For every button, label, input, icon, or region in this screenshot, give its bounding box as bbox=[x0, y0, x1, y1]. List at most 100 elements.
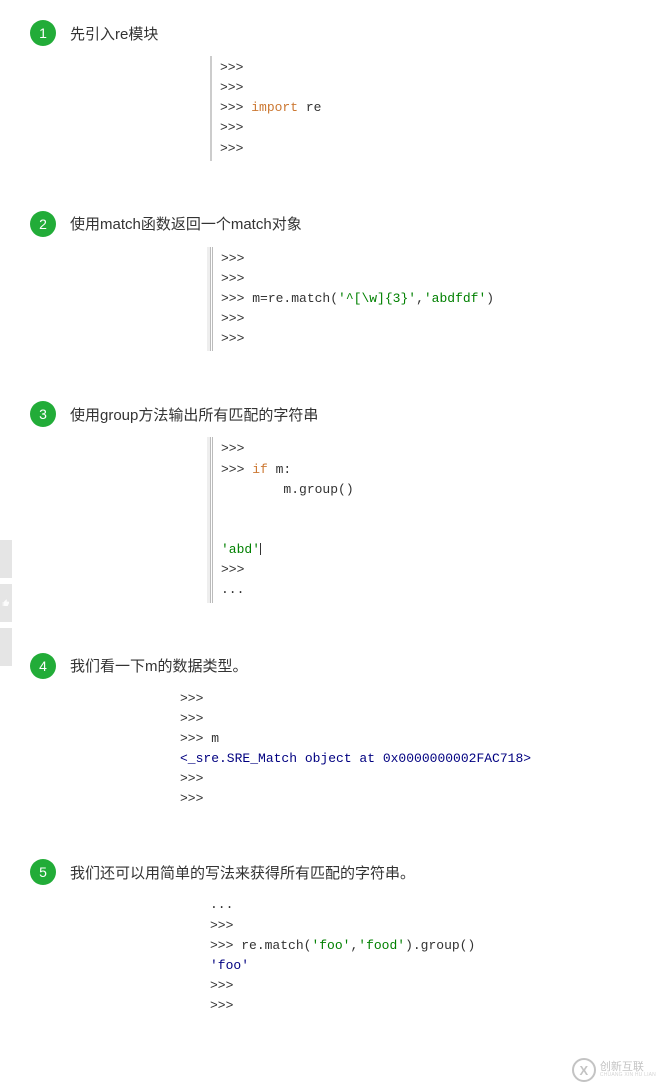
code-token: >>> bbox=[221, 562, 244, 577]
step: 4 我们看一下m的数据类型。 >>> >>> >>> m <_sre.SRE_Match … bbox=[30, 653, 630, 810]
code-token: m: bbox=[268, 462, 291, 477]
step-header: 3使用group方法输出所有匹配的字符串 bbox=[30, 401, 630, 427]
code-line: >>> bbox=[221, 329, 630, 349]
code-token: re.match( bbox=[241, 938, 311, 953]
code-token: >>> bbox=[220, 141, 243, 156]
code-token: >>> bbox=[180, 711, 203, 726]
code-token bbox=[221, 522, 229, 537]
code-holder: >>>>>>>>> import re>>>>>> bbox=[210, 56, 630, 161]
watermark-initial: X bbox=[580, 1063, 589, 1078]
code-token: >>> bbox=[220, 100, 251, 115]
code-line: >>> bbox=[221, 249, 630, 269]
watermark-logo-icon: X bbox=[572, 1058, 596, 1082]
code-line: >>> bbox=[220, 139, 630, 159]
code-holder: >>>>>>>>> m=re.match('^[\w]{3}','abdfdf'… bbox=[210, 247, 630, 352]
code-line: ... bbox=[221, 580, 630, 600]
code-holder: >>>>>> if m: m.group() 'abd'>>>... bbox=[210, 437, 630, 602]
code-token: , bbox=[416, 291, 424, 306]
step: 5我们还可以用简单的写法来获得所有匹配的字符串。...>>>>>> re.mat… bbox=[30, 859, 630, 1016]
code-token: m.group() bbox=[221, 482, 354, 497]
code-token: import bbox=[251, 100, 298, 115]
code-line: >>> bbox=[180, 769, 630, 789]
code-token: ... bbox=[210, 897, 233, 912]
code-line: >>> m bbox=[180, 729, 630, 749]
code-holder: >>> >>> >>> m <_sre.SRE_Match object at 0x0… bbox=[180, 689, 630, 810]
code-line bbox=[221, 500, 630, 520]
code-token: >>> bbox=[210, 938, 241, 953]
code-line: 'abd' bbox=[221, 540, 630, 560]
code-line: 'foo' bbox=[210, 956, 630, 976]
code-line: >>> bbox=[221, 560, 630, 580]
code-token: re bbox=[298, 100, 321, 115]
step-title: 先引入re模块 bbox=[70, 23, 158, 44]
code-token: <_sre.SRE_Match object at 0x0000000002FA… bbox=[180, 751, 531, 766]
step-header: 2 使用match函数返回一个match对象 bbox=[30, 211, 630, 237]
code-block: >>>>>> if m: m.group() 'abd'>>>... bbox=[210, 437, 630, 602]
code-token: ) bbox=[486, 291, 494, 306]
code-token: , bbox=[350, 938, 358, 953]
code-token: >>> bbox=[220, 60, 243, 75]
code-token bbox=[221, 502, 229, 517]
code-token: ... bbox=[221, 582, 244, 597]
code-token: >>> bbox=[221, 331, 244, 346]
step-title: 我们看一下m的数据类型。 bbox=[70, 655, 248, 676]
sidebar-button-like[interactable] bbox=[0, 584, 12, 622]
code-token: >>> bbox=[221, 311, 244, 326]
step: 2使用match函数返回一个match对象>>>>>>>>> m=re.matc… bbox=[30, 211, 630, 352]
code-line bbox=[221, 520, 630, 540]
watermark: X 创新互联 CHUANG XIN HU LIAN bbox=[572, 1058, 656, 1082]
watermark-cn: 创新互联 bbox=[600, 1062, 656, 1073]
code-token: if bbox=[252, 462, 268, 477]
code-token: >>> bbox=[221, 291, 252, 306]
code-holder: ...>>>>>> re.match('foo','food').group()… bbox=[210, 895, 630, 1016]
article-content: 1先引入re模块>>>>>>>>> import re>>>>>>2使用matc… bbox=[0, 0, 660, 1086]
code-line: >>> bbox=[220, 78, 630, 98]
step-header: 5我们还可以用简单的写法来获得所有匹配的字符串。 bbox=[30, 859, 630, 885]
code-line: >>> if m: bbox=[221, 460, 630, 480]
step: 1先引入re模块>>>>>>>>> import re>>>>>> bbox=[30, 20, 630, 161]
code-token: m=re.match( bbox=[252, 291, 338, 306]
code-token: >>> bbox=[210, 978, 233, 993]
code-line: >>> import re bbox=[220, 98, 630, 118]
code-token: >>> bbox=[180, 791, 203, 806]
code-line: >>> bbox=[210, 976, 630, 996]
code-line: >>> m=re.match('^[\w]{3}','abdfdf') bbox=[221, 289, 630, 309]
step-header: 4 我们看一下m的数据类型。 bbox=[30, 653, 630, 679]
code-line: >>> bbox=[221, 269, 630, 289]
step-number-badge: 4 bbox=[30, 653, 56, 679]
code-token: 'foo' bbox=[210, 958, 249, 973]
code-line: >>> bbox=[180, 709, 630, 729]
code-token: >>> bbox=[221, 462, 252, 477]
code-token: >>> bbox=[221, 441, 244, 456]
code-token: 'abd' bbox=[221, 542, 260, 557]
code-line: >>> bbox=[221, 439, 630, 459]
code-token: >>> bbox=[221, 271, 244, 286]
sidebar-button-comment[interactable] bbox=[0, 628, 12, 666]
step-number-badge: 2 bbox=[30, 211, 56, 237]
code-token: >>> bbox=[180, 691, 203, 706]
code-block: >>>>>>>>> import re>>>>>> bbox=[210, 56, 630, 161]
code-token: 'abdfdf' bbox=[424, 291, 486, 306]
code-token: >>> bbox=[221, 251, 244, 266]
code-line: >>> bbox=[180, 689, 630, 709]
step-number-badge: 3 bbox=[30, 401, 56, 427]
code-line: >>> bbox=[180, 789, 630, 809]
code-block: >>> >>> >>> m <_sre.SRE_Match object at 0x0… bbox=[180, 689, 630, 810]
code-token: ).group() bbox=[405, 938, 475, 953]
watermark-en: CHUANG XIN HU LIAN bbox=[600, 1073, 656, 1078]
code-line: >>> re.match('foo','food').group() bbox=[210, 936, 630, 956]
code-token: >>> m bbox=[180, 731, 219, 746]
code-token: 'foo' bbox=[311, 938, 350, 953]
step-number-badge: 1 bbox=[30, 20, 56, 46]
step: 3使用group方法输出所有匹配的字符串>>>>>> if m: m.group… bbox=[30, 401, 630, 602]
code-line: >>> bbox=[220, 58, 630, 78]
sidebar-button-share[interactable] bbox=[0, 540, 12, 578]
code-token: >>> bbox=[220, 80, 243, 95]
code-line: ... bbox=[210, 895, 630, 915]
code-token: '^[\w]{3}' bbox=[338, 291, 416, 306]
code-line: <_sre.SRE_Match object at 0x0000000002FA… bbox=[180, 749, 630, 769]
code-token: >>> bbox=[210, 918, 233, 933]
step-number-badge: 5 bbox=[30, 859, 56, 885]
code-token: >>> bbox=[210, 998, 233, 1013]
step-title: 使用match函数返回一个match对象 bbox=[70, 213, 302, 234]
